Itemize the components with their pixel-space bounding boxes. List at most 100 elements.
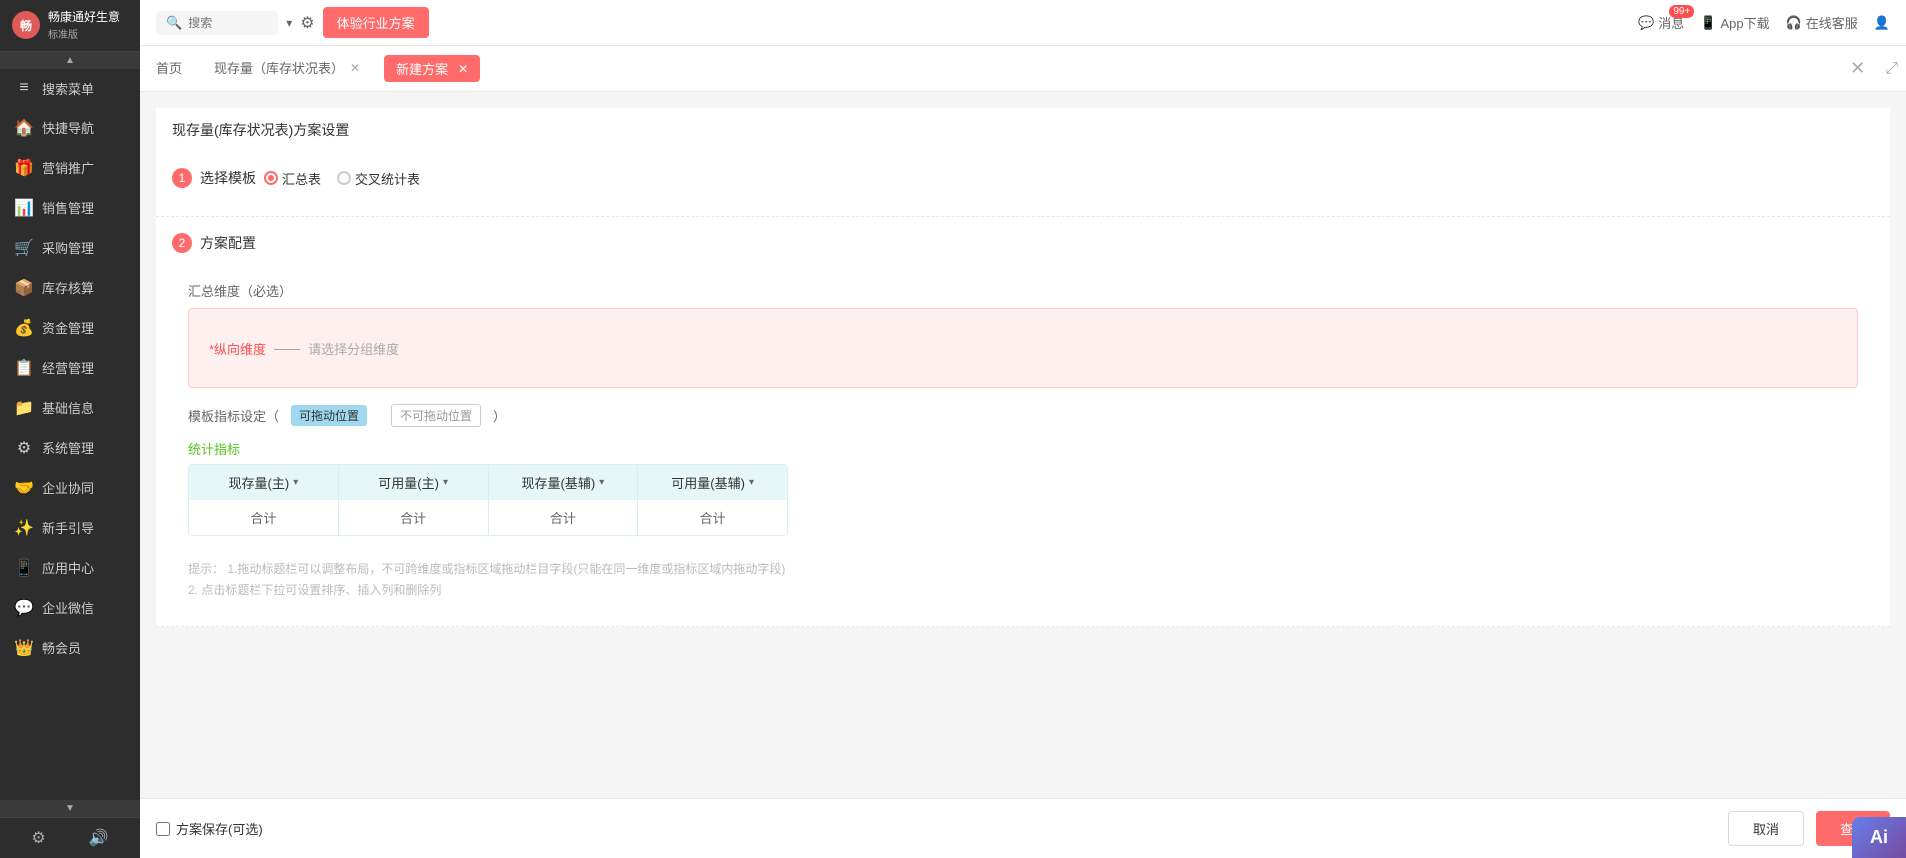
sidebar-item-sales[interactable]: 📊 销售管理 [0,188,140,228]
app-download-button[interactable]: 📱 App下载 [1700,13,1769,32]
cell-3: 合计 [638,500,787,535]
footer-bar: 方案保存(可选) 取消 查询 [140,798,1906,858]
sidebar-item-operations[interactable]: 📋 经营管理 [0,348,140,388]
sidebar-item-label: 企业微信 [42,598,94,617]
sidebar-item-finance[interactable]: 💰 资金管理 [0,308,140,348]
app-center-icon: 📱 [14,558,34,578]
online-service-label: 在线客服 [1806,13,1858,32]
sidebar-item-purchase[interactable]: 🛒 采购管理 [0,228,140,268]
ai-badge[interactable]: Ai [1852,817,1906,858]
tip-label: 提示： [188,562,224,576]
step2-block: 2 方案配置 汇总维度（必选） *纵向维度 —— 请选择分组维度 模板指标设定（… [156,217,1890,627]
tab-expand-icon[interactable]: ⤢ [1877,60,1906,78]
tab-new-close-icon[interactable]: ✕ [458,62,468,76]
trial-button[interactable]: 体验行业方案 [323,7,429,38]
sidebar-item-members[interactable]: 👑 畅会员 [0,628,140,668]
dimension-dash: —— [274,341,300,356]
settings-icon[interactable]: ⚙ [31,828,45,848]
cell-0: 合计 [189,500,339,535]
col-header-3[interactable]: 可用量(基辅) ▾ [638,465,787,500]
cell-value-0: 合计 [250,508,276,527]
sidebar-item-search-menu[interactable]: ≡ 搜索菜单 [0,69,140,108]
topbar: 🔍 ▾ ⚙ 体验行业方案 💬 消息 99+ 📱 App下载 🎧 在线客服 👤 [140,0,1906,46]
save-checkbox[interactable] [156,822,170,836]
sidebar-item-quick-nav[interactable]: 🏠 快捷导航 [0,108,140,148]
sidebar-item-label: 资金管理 [42,318,94,337]
sidebar-item-basic-info[interactable]: 📁 基础信息 [0,388,140,428]
radio-summary-label: 汇总表 [282,169,321,188]
tab-new-scheme[interactable]: 新建方案 ✕ [384,55,480,82]
inventory-icon: 📦 [14,278,34,298]
search-input[interactable] [188,16,268,30]
gear-icon[interactable]: ⚙ [300,13,314,33]
cell-1: 合计 [339,500,489,535]
col-header-0[interactable]: 现存量(主) ▾ [189,465,339,500]
logo-subtitle: 标准版 [48,26,120,41]
sidebar-item-system[interactable]: ⚙ 系统管理 [0,428,140,468]
message-icon: 💬 [1638,15,1654,31]
user-avatar[interactable]: 👤 [1874,15,1890,31]
new-guide-icon: ✨ [14,518,34,538]
stats-table-header: 现存量(主) ▾ 可用量(主) ▾ 现存量(基辅) ▾ [189,465,787,500]
tab-close-panel-icon[interactable]: ✕ [1838,58,1877,79]
tip1-text: 1.拖动标题栏可以调整布局，不可跨维度或指标区域拖动栏目字段(只能在同一维度或指… [227,562,785,576]
logo-icon: 畅 [12,11,40,39]
radio-summary-dot [264,171,278,185]
dimension-label: 汇总维度（必选） [188,281,1858,300]
messages-button[interactable]: 💬 消息 99+ [1638,13,1684,32]
tip2-text: 2. 点击标题栏下拉可设置排序、插入列和删除列 [188,581,1858,598]
col-label-3: 可用量(基辅) [671,473,745,492]
col-header-2[interactable]: 现存量(基辅) ▾ [489,465,639,500]
page-title: 现存量(库存状况表)方案设置 [156,108,1890,152]
sidebar-item-new-guide[interactable]: ✨ 新手引导 [0,508,140,548]
wechat-icon: 💬 [14,598,34,618]
tab-inventory-status[interactable]: 现存量（库存状况表） ✕ [198,46,376,91]
topbar-left: 🔍 ▾ ⚙ 体验行业方案 [156,7,1626,38]
sidebar-item-enterprise[interactable]: 🤝 企业协同 [0,468,140,508]
sidebar-item-label: 畅会员 [42,638,81,657]
settings-panel: 现存量(库存状况表)方案设置 1 选择模板 汇总表 交叉统计表 [156,108,1890,627]
config-section: 汇总维度（必选） *纵向维度 —— 请选择分组维度 模板指标设定（ 可拖动位置 … [172,265,1874,552]
main-content: 🔍 ▾ ⚙ 体验行业方案 💬 消息 99+ 📱 App下载 🎧 在线客服 👤 [140,0,1906,858]
template-radio-group: 汇总表 交叉统计表 [264,169,420,188]
tab-inventory-close-icon[interactable]: ✕ [350,61,360,75]
save-option: 方案保存(可选) [156,819,263,838]
radio-summary[interactable]: 汇总表 [264,169,321,188]
sidebar-item-label: 企业协同 [42,478,94,497]
cell-2: 合计 [489,500,639,535]
radio-cross[interactable]: 交叉统计表 [337,169,420,188]
dimension-required-label: *纵向维度 [209,339,266,358]
sidebar-item-wechat[interactable]: 💬 企业微信 [0,588,140,628]
col-label-2: 现存量(基辅) [522,473,596,492]
headset-icon: 🎧 [1786,15,1802,31]
col-header-1[interactable]: 可用量(主) ▾ [339,465,489,500]
col-chevron-2: ▾ [599,477,604,488]
search-menu-icon: ≡ [14,79,34,97]
search-box[interactable]: 🔍 [156,11,278,35]
system-icon: ⚙ [14,438,34,458]
tab-home[interactable]: 首页 [140,46,198,91]
sidebar-item-marketing[interactable]: 🎁 营销推广 [0,148,140,188]
dimension-box[interactable]: *纵向维度 —— 请选择分组维度 [188,308,1858,388]
speaker-icon[interactable]: 🔊 [89,828,109,848]
dropdown-chevron-icon[interactable]: ▾ [286,16,292,30]
sidebar-item-label: 采购管理 [42,238,94,257]
col-chevron-1: ▾ [443,477,448,488]
sidebar-item-inventory[interactable]: 📦 库存核算 [0,268,140,308]
enterprise-icon: 🤝 [14,478,34,498]
sidebar-item-app-center[interactable]: 📱 应用中心 [0,548,140,588]
tips-section: 提示： 1.拖动标题栏可以调整布局，不可跨维度或指标区域拖动栏目字段(只能在同一… [172,552,1874,610]
sidebar-item-label: 基础信息 [42,398,94,417]
operations-icon: 📋 [14,358,34,378]
online-service-button[interactable]: 🎧 在线客服 [1786,13,1858,32]
sidebar-logo: 畅 畅康通好生意 标准版 [0,0,140,52]
sidebar-scroll-up[interactable]: ▲ [0,52,140,69]
cancel-button[interactable]: 取消 [1728,811,1804,846]
sidebar: 畅 畅康通好生意 标准版 ▲ ≡ 搜索菜单 🏠 快捷导航 🎁 营销推广 📊 销售… [0,0,140,858]
sidebar-nav: ≡ 搜索菜单 🏠 快捷导航 🎁 营销推广 📊 销售管理 🛒 采购管理 📦 库存核… [0,69,140,800]
basic-info-icon: 📁 [14,398,34,418]
step2-number: 2 [172,233,192,253]
indicator-label-text: 模板指标设定（ [188,406,279,425]
sidebar-item-label: 库存核算 [42,278,94,297]
sidebar-scroll-down[interactable]: ▼ [0,800,140,817]
